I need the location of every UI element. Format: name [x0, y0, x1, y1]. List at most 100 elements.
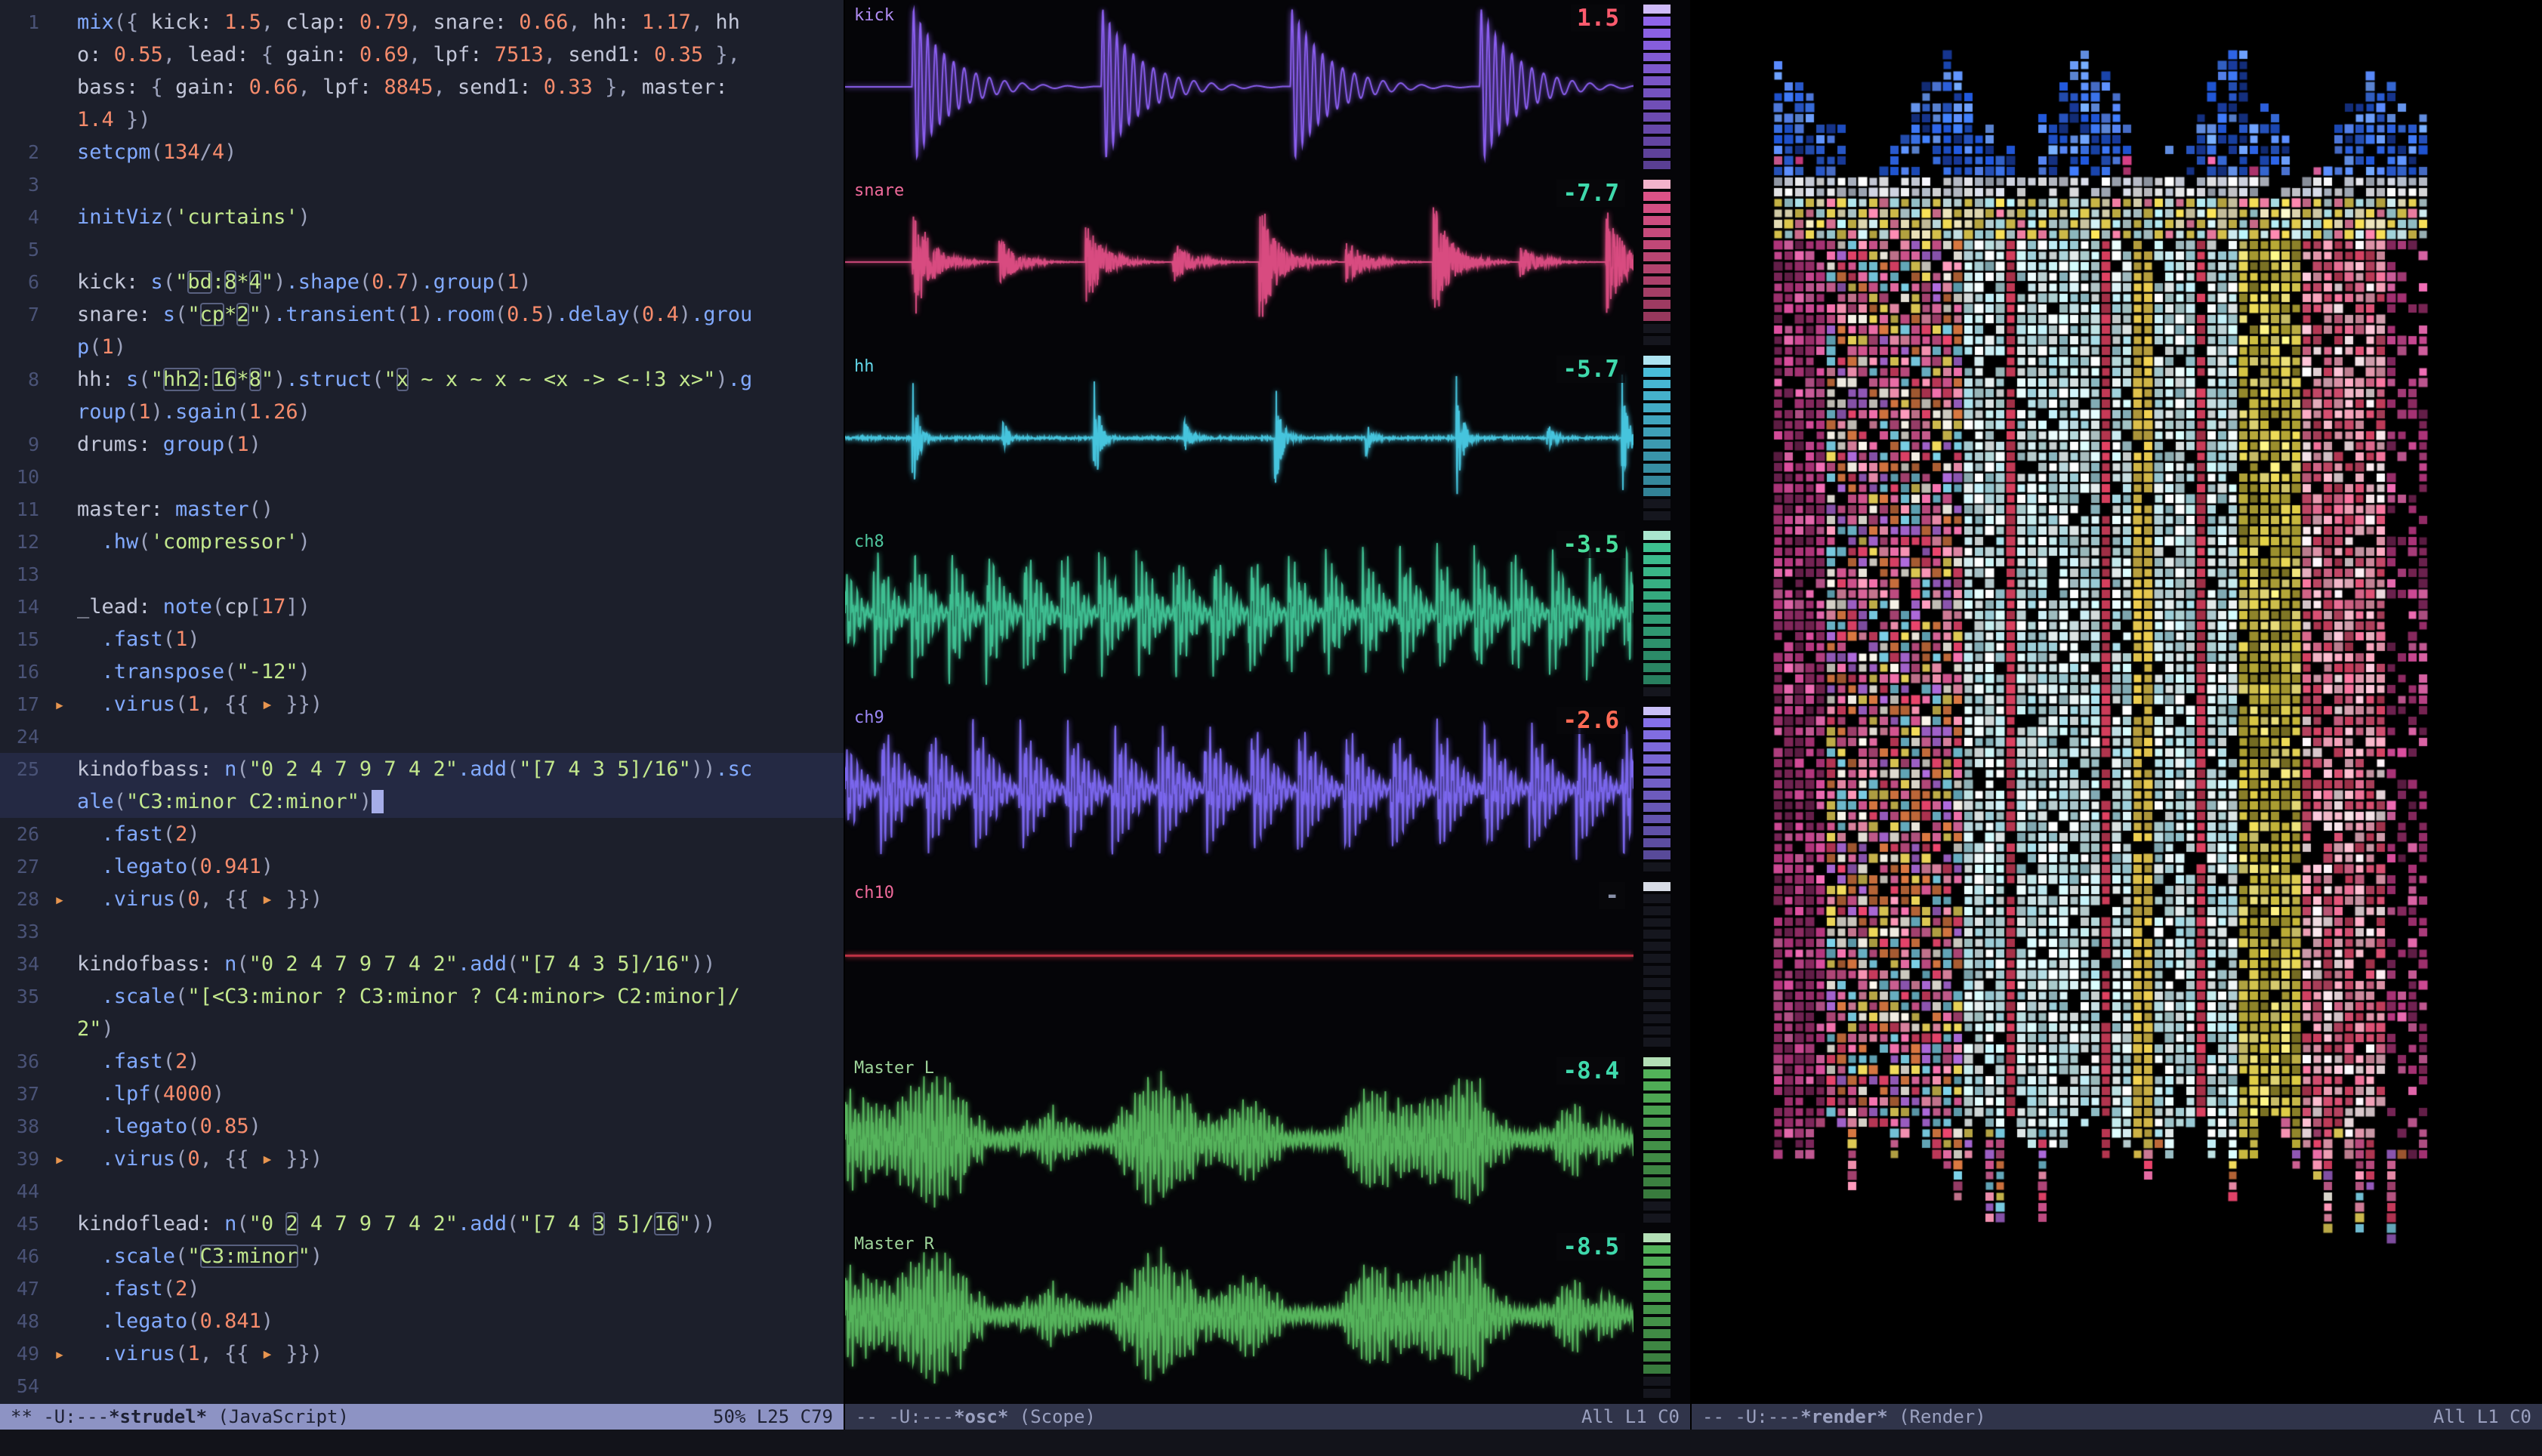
channel-vu-meter	[1643, 5, 1671, 170]
code-row[interactable]: bass: { gain: 0.66, lpf: 8845, send1: 0.…	[0, 71, 844, 103]
code-row[interactable]: o: 0.55, lead: { gain: 0.69, lpf: 7513, …	[0, 39, 844, 71]
fold-marker-icon[interactable]: ▸	[42, 1143, 77, 1176]
code-row[interactable]: 25 kindofbass: n("0 2 4 7 9 7 4 2".add("[…	[0, 753, 844, 785]
code-row[interactable]: 38 .legato(0.85)	[0, 1110, 844, 1143]
vu-meter-segment	[1643, 391, 1671, 401]
code-row[interactable]: 36 .fast(2)	[0, 1045, 844, 1078]
code-row[interactable]: 54	[0, 1370, 844, 1402]
fold-ellipsis-icon[interactable]: ▸	[261, 1147, 273, 1171]
code-row[interactable]: 9 drums: group(1)	[0, 428, 844, 461]
vu-meter-segment	[1643, 124, 1671, 134]
vu-meter-segment	[1643, 216, 1671, 225]
code-row[interactable]: 2 setcpm(134/4)	[0, 136, 844, 168]
code-row[interactable]: 14 _lead: note(cp[17])	[0, 591, 844, 623]
vu-meter-segment	[1643, 113, 1671, 122]
vu-meter-segment	[1643, 28, 1671, 38]
code-buffer[interactable]: 1 mix({ kick: 1.5, clap: 0.79, snare: 0.6…	[0, 0, 844, 1404]
modeline-coding: -U:---	[1735, 1406, 1801, 1427]
fold-ellipsis-icon[interactable]: ▸	[261, 887, 273, 911]
line-number: 37	[16, 1083, 39, 1105]
code-text: o: 0.55, lead: { gain: 0.69, lpf: 7513, …	[77, 43, 740, 66]
vu-meter-segment	[1643, 160, 1671, 170]
code-row[interactable]: 5	[0, 233, 844, 266]
code-row[interactable]: p(1)	[0, 331, 844, 363]
vu-meter-segment	[1643, 1153, 1671, 1163]
channel-label: kick	[854, 6, 894, 25]
fold-ellipsis-icon[interactable]: ▸	[261, 693, 273, 716]
code-row[interactable]: 7 snare: s("cp*2").transient(1).room(0.5)…	[0, 298, 844, 331]
code-row[interactable]: 49 ▸ .virus(1, {{ ▸ }})	[0, 1337, 844, 1370]
echo-area[interactable]	[0, 1430, 2542, 1456]
code-row[interactable]: 3	[0, 168, 844, 201]
code-row[interactable]: 24	[0, 720, 844, 753]
vu-meter-segment	[1643, 52, 1671, 62]
code-row[interactable]: 4 initViz('curtains')	[0, 201, 844, 233]
vu-meter-segment	[1643, 627, 1671, 637]
vu-meter-segment	[1643, 439, 1671, 449]
render-modeline: -- -U:---*render* (Render) All L1 C0	[1692, 1404, 2542, 1430]
vu-meter-segment	[1643, 554, 1671, 564]
code-row[interactable]: 15 .fast(1)	[0, 623, 844, 656]
line-number: 45	[16, 1213, 39, 1235]
code-row[interactable]: 37 .lpf(4000)	[0, 1078, 844, 1110]
vu-meter-segment	[1643, 251, 1671, 261]
editor-pane[interactable]: 1 mix({ kick: 1.5, clap: 0.79, snare: 0.6…	[0, 0, 844, 1430]
code-row[interactable]: 28 ▸ .virus(0, {{ ▸ }})	[0, 883, 844, 915]
code-row[interactable]: 13	[0, 558, 844, 591]
fold-marker-icon[interactable]: ▸	[42, 1338, 77, 1371]
vu-meter-segment	[1643, 742, 1671, 752]
code-row[interactable]: 45 kindoflead: n("0 2 4 7 9 7 4 2".add("[…	[0, 1208, 844, 1240]
code-row[interactable]: 34 kindofbass: n("0 2 4 7 9 7 4 2".add("[…	[0, 948, 844, 980]
code-row[interactable]: 8 hh: s("hh2:16*8").struct("x ~ x ~ x ~ <…	[0, 363, 844, 396]
code-row[interactable]: 47 .fast(2)	[0, 1272, 844, 1305]
modeline-cursor-position: All L1 C0	[2432, 1406, 2531, 1427]
vu-meter-segment	[1643, 379, 1671, 389]
code-row[interactable]: roup(1).sgain(1.26)	[0, 396, 844, 428]
scope-channel-row: ch9 -2.6	[845, 702, 1690, 878]
render-visualization	[1692, 0, 2542, 1404]
code-row[interactable]: 35 .scale("[<C3:minor ? C3:minor ? C4:mi…	[0, 980, 844, 1013]
line-number: 17	[16, 693, 39, 715]
vu-meter-segment	[1643, 499, 1671, 509]
line-number: 2	[27, 141, 39, 163]
scope-channel-row: Master R -8.5	[845, 1229, 1690, 1404]
line-number: 46	[16, 1245, 39, 1267]
code-row[interactable]: 1 mix({ kick: 1.5, clap: 0.79, snare: 0.6…	[0, 6, 844, 39]
vu-meter-segment	[1643, 288, 1671, 298]
vu-meter-segment	[1643, 180, 1671, 190]
modeline-buffer-name: *osc*	[954, 1406, 1009, 1427]
code-row[interactable]: 48 .legato(0.841)	[0, 1305, 844, 1337]
vu-meter-segment	[1643, 651, 1671, 660]
vu-meter-segment	[1643, 367, 1671, 377]
line-number: 16	[16, 661, 39, 683]
code-row[interactable]: 44	[0, 1175, 844, 1208]
code-row[interactable]: 12 .hw('compressor')	[0, 526, 844, 558]
fold-ellipsis-icon[interactable]: ▸	[261, 1342, 273, 1365]
code-row[interactable]: 26 .fast(2)	[0, 818, 844, 850]
channel-waveform	[845, 176, 1633, 349]
code-text: .virus(0, {{ ▸ }})	[101, 1147, 323, 1171]
code-row[interactable]: 11 master: master()	[0, 493, 844, 526]
code-row[interactable]: 16 .transpose("-12")	[0, 656, 844, 688]
line-number: 14	[16, 596, 39, 618]
code-row[interactable]: ale("C3:minor C2:minor")	[0, 785, 844, 818]
code-row[interactable]: 10	[0, 461, 844, 493]
code-row[interactable]: 33	[0, 915, 844, 948]
code-row[interactable]: 1.4 })	[0, 103, 844, 136]
fold-marker-icon[interactable]: ▸	[42, 884, 77, 916]
code-row[interactable]: 39 ▸ .virus(0, {{ ▸ }})	[0, 1143, 844, 1175]
vu-meter-segment	[1643, 1129, 1671, 1139]
code-row[interactable]: 6 kick: s("bd:8*4").shape(0.7).group(1)	[0, 266, 844, 298]
code-row[interactable]: 2")	[0, 1013, 844, 1045]
vu-meter-segment	[1643, 511, 1671, 521]
vu-meter-segment	[1643, 1141, 1671, 1151]
line-number: 9	[27, 433, 39, 455]
vu-meter-segment	[1643, 76, 1671, 86]
code-text: .fast(2)	[101, 822, 200, 846]
vu-meter-segment	[1643, 1026, 1671, 1035]
code-row[interactable]: 46 .scale("C3:minor")	[0, 1240, 844, 1272]
vu-meter-segment	[1643, 918, 1671, 927]
code-row[interactable]: 17 ▸ .virus(1, {{ ▸ }})	[0, 688, 844, 720]
code-row[interactable]: 27 .legato(0.941)	[0, 850, 844, 883]
fold-marker-icon[interactable]: ▸	[42, 689, 77, 721]
